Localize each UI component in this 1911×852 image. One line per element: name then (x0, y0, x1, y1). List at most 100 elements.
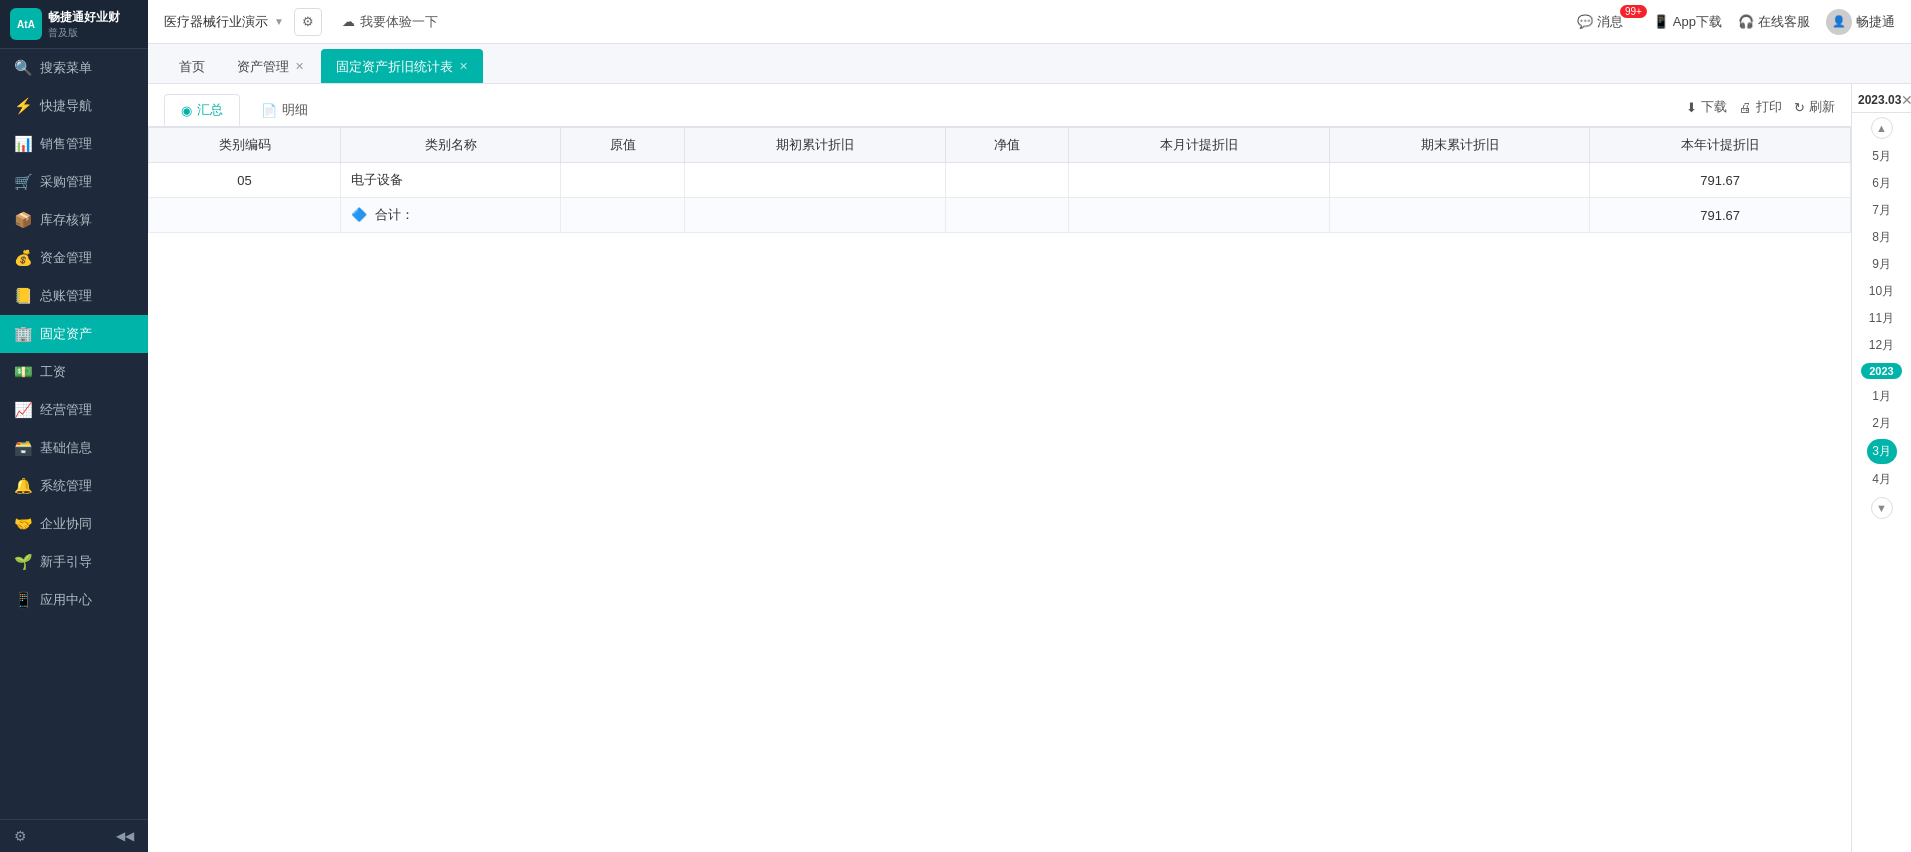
print-icon: 🖨 (1739, 100, 1752, 115)
sidebar-edition: 普及版 (48, 26, 120, 40)
purchase-icon: 🛒 (14, 173, 32, 191)
download-icon: 📱 (1653, 14, 1669, 29)
settings-button[interactable]: ⚙ (294, 8, 322, 36)
sum-label-cell (149, 198, 341, 233)
inventory-icon: 📦 (14, 211, 32, 229)
sidebar-item-label: 资金管理 (40, 249, 92, 267)
tab-asset-mgmt[interactable]: 资产管理 ✕ (222, 49, 319, 83)
sidebar-title-block: 畅捷通好业财 普及版 (48, 9, 120, 40)
close-icon[interactable]: ✕ (459, 60, 468, 73)
collab-icon: 🤝 (14, 515, 32, 533)
message-icon: 💬 (1577, 14, 1593, 29)
sidebar-item-label: 库存核算 (40, 211, 92, 229)
chevron-down-icon: ▼ (274, 16, 284, 27)
sidebar-item-label: 工资 (40, 363, 66, 381)
download-icon: ⬇ (1686, 100, 1697, 115)
month-item-8[interactable]: 8月 (1852, 224, 1911, 251)
sidebar-logo-icon: AtA (10, 8, 42, 40)
sum-row: 🔷 合计： 791.67 (149, 198, 1851, 233)
month-scroll[interactable]: ▲ 5月 6月 7月 8月 9月 10月 11月 12月 2023 1月 2月 … (1852, 113, 1911, 852)
base-info-icon: 🗃️ (14, 439, 32, 457)
topbar-right: 💬 消息 99+ 📱 App下载 🎧 在线客服 👤 畅捷通 (1577, 9, 1895, 35)
subtab-detail[interactable]: 📄 明细 (244, 94, 325, 126)
online-service-label: 在线客服 (1758, 13, 1810, 31)
app-download-button[interactable]: 📱 App下载 (1653, 13, 1722, 31)
row-initial-accum (684, 163, 945, 198)
sidebar-item-quick-nav[interactable]: ⚡ 快捷导航 (0, 87, 148, 125)
sidebar-item-ledger[interactable]: 📒 总账管理 (0, 277, 148, 315)
sidebar-item-label: 新手引导 (40, 553, 92, 571)
month-item-5[interactable]: 5月 (1852, 143, 1911, 170)
close-icon[interactable]: ✕ (295, 60, 304, 73)
company-selector[interactable]: 医疗器械行业演示 ▼ (164, 13, 284, 31)
sidebar-item-purchase[interactable]: 🛒 采购管理 (0, 163, 148, 201)
sidebar-item-payroll[interactable]: 💵 工资 (0, 353, 148, 391)
sidebar-item-operations[interactable]: 📈 经营管理 (0, 391, 148, 429)
row-annual-depr: 791.67 (1590, 163, 1851, 198)
download-button[interactable]: ⬇ 下载 (1686, 98, 1727, 116)
tab-home[interactable]: 首页 (164, 49, 220, 83)
subtab-summary[interactable]: ◉ 汇总 (164, 94, 240, 126)
sales-icon: 📊 (14, 135, 32, 153)
tab-depreciation-report[interactable]: 固定资产折旧统计表 ✕ (321, 49, 483, 83)
messages-label: 消息 (1597, 13, 1623, 31)
sidebar-item-base-info[interactable]: 🗃️ 基础信息 (0, 429, 148, 467)
sidebar-item-sales[interactable]: 📊 销售管理 (0, 125, 148, 163)
quick-nav-icon: ⚡ (14, 97, 32, 115)
collapse-icon[interactable]: ◀◀ (116, 829, 134, 843)
sidebar-item-sys-mgmt[interactable]: 🔔 系统管理 (0, 467, 148, 505)
row-original (561, 163, 685, 198)
ledger-icon: 📒 (14, 287, 32, 305)
sidebar-item-guide[interactable]: 🌱 新手引导 (0, 543, 148, 581)
sidebar-item-fixed-assets[interactable]: 🏢 固定资产 (0, 315, 148, 353)
sum-label: 🔷 合计： (341, 198, 561, 233)
sys-mgmt-icon: 🔔 (14, 477, 32, 495)
scroll-down-button[interactable]: ▼ (1871, 497, 1893, 519)
table-wrap: 类别编码 类别名称 原值 期初累计折旧 净值 本月计提折旧 期末累计折旧 本年计… (148, 127, 1851, 852)
print-button[interactable]: 🖨 打印 (1739, 98, 1782, 116)
month-item-10[interactable]: 10月 (1852, 278, 1911, 305)
settings-icon[interactable]: ⚙ (14, 828, 27, 844)
user-name: 畅捷通 (1856, 13, 1895, 31)
guide-icon: 🌱 (14, 553, 32, 571)
search-icon: 🔍 (14, 59, 32, 77)
sidebar-item-label: 搜索菜单 (40, 59, 92, 77)
main-area: 医疗器械行业演示 ▼ ⚙ ☁ 我要体验一下 💬 消息 99+ 📱 App下载 🎧… (148, 0, 1911, 852)
sidebar-item-app-center[interactable]: 📱 应用中心 (0, 581, 148, 619)
month-item-11[interactable]: 11月 (1852, 305, 1911, 332)
app-download-label: App下载 (1673, 13, 1722, 31)
row-monthly-depr (1069, 163, 1330, 198)
sidebar-item-finance[interactable]: 💰 资金管理 (0, 239, 148, 277)
subtab-actions: ⬇ 下载 🖨 打印 ↻ 刷新 (1686, 98, 1835, 122)
tab-home-label: 首页 (179, 58, 205, 76)
sidebar-item-search[interactable]: 🔍 搜索菜单 (0, 49, 148, 87)
refresh-button[interactable]: ↻ 刷新 (1794, 98, 1835, 116)
sidebar-item-collab[interactable]: 🤝 企业协同 (0, 505, 148, 543)
row-net (945, 163, 1069, 198)
online-service-button[interactable]: 🎧 在线客服 (1738, 13, 1810, 31)
sidebar-item-label: 固定资产 (40, 325, 92, 343)
month-item-1[interactable]: 1月 (1852, 383, 1911, 410)
month-item-2[interactable]: 2月 (1852, 410, 1911, 437)
month-item-6[interactable]: 6月 (1852, 170, 1911, 197)
sidebar-item-inventory[interactable]: 📦 库存核算 (0, 201, 148, 239)
sidebar-item-label: 快捷导航 (40, 97, 92, 115)
user-menu[interactable]: 👤 畅捷通 (1826, 9, 1895, 35)
month-item-3-active[interactable]: 3月 (1867, 439, 1897, 464)
experience-button[interactable]: ☁ 我要体验一下 (342, 13, 438, 31)
scroll-up-button[interactable]: ▲ (1871, 117, 1893, 139)
col-period-accum: 期末累计折旧 (1329, 128, 1590, 163)
right-panel: 2023.03 ✕ ⤢ ▲ 5月 6月 7月 8月 9月 10月 11月 12月… (1851, 84, 1911, 852)
app-center-icon: 📱 (14, 591, 32, 609)
avatar: 👤 (1826, 9, 1852, 35)
topbar: 医疗器械行业演示 ▼ ⚙ ☁ 我要体验一下 💬 消息 99+ 📱 App下载 🎧… (148, 0, 1911, 44)
close-panel-button[interactable]: ✕ (1901, 92, 1911, 108)
month-item-4[interactable]: 4月 (1852, 466, 1911, 493)
col-annual-depr: 本年计提折旧 (1590, 128, 1851, 163)
fixed-assets-icon: 🏢 (14, 325, 32, 343)
depreciation-table: 类别编码 类别名称 原值 期初累计折旧 净值 本月计提折旧 期末累计折旧 本年计… (148, 127, 1851, 233)
messages-button[interactable]: 💬 消息 99+ (1577, 13, 1637, 31)
month-item-12[interactable]: 12月 (1852, 332, 1911, 359)
month-item-9[interactable]: 9月 (1852, 251, 1911, 278)
month-item-7[interactable]: 7月 (1852, 197, 1911, 224)
